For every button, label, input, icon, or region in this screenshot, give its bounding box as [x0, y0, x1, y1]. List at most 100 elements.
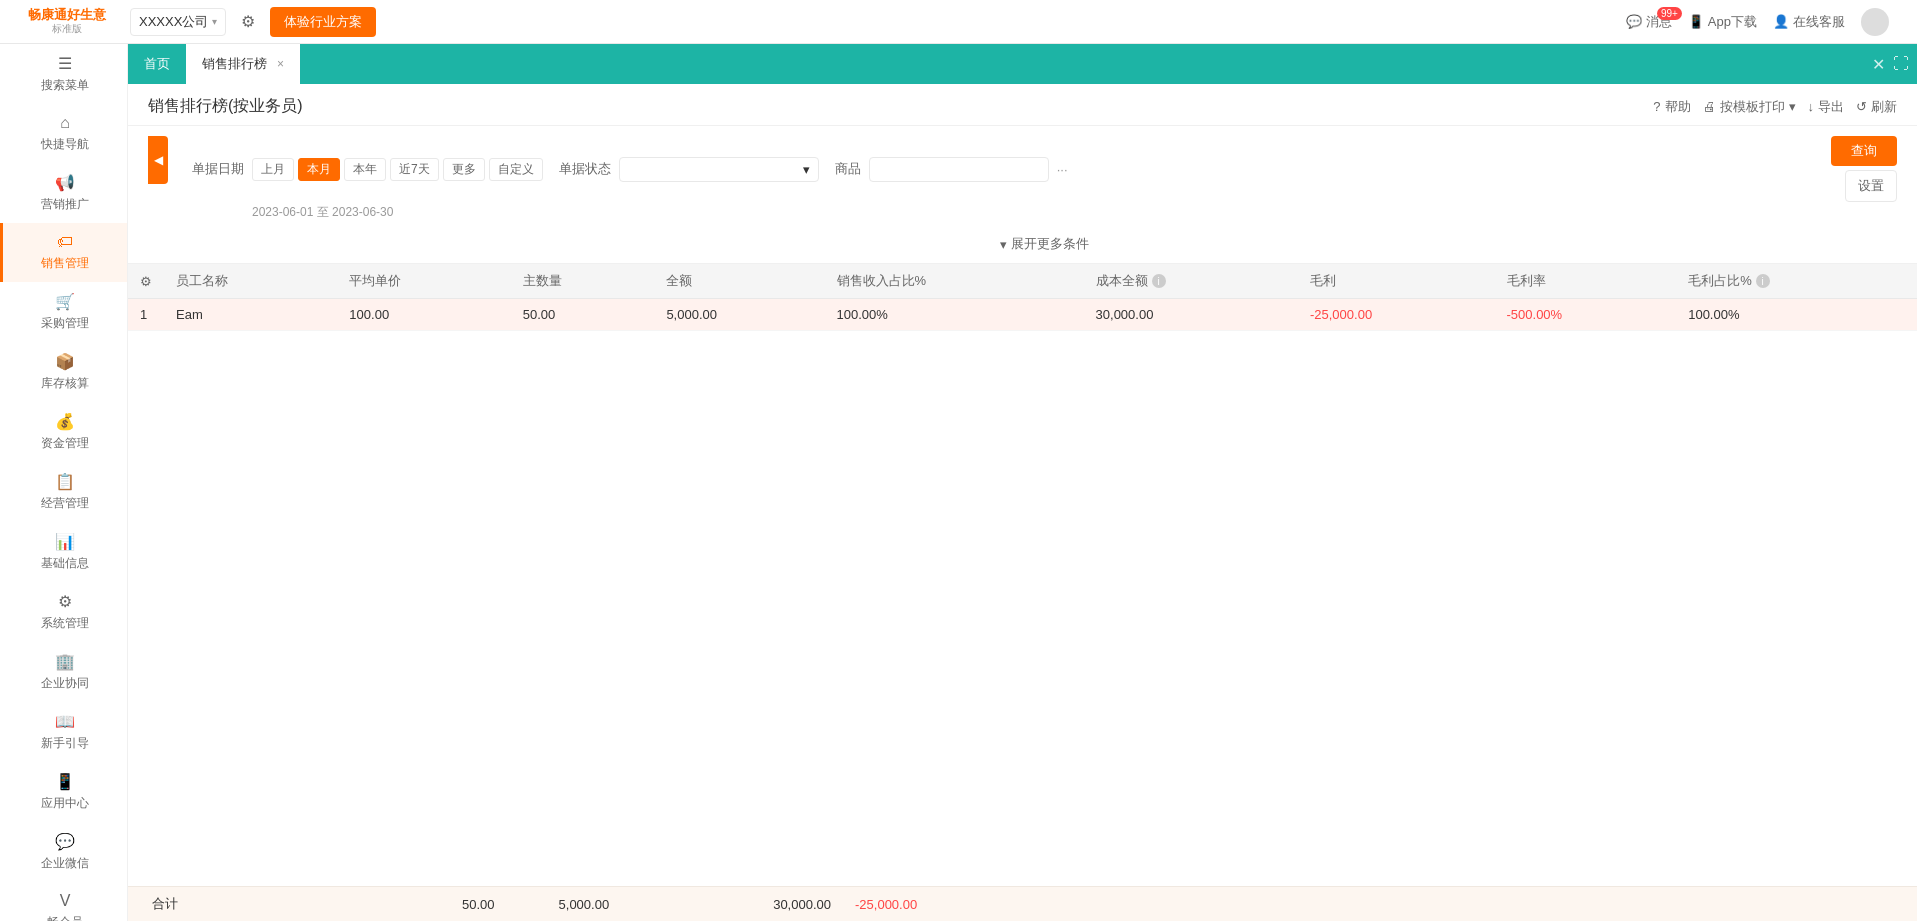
status-select[interactable]: ▾ — [619, 157, 819, 182]
tab-bar-right: ✕ ⛶ — [1872, 55, 1917, 74]
table-header: ⚙ 员工名称 平均单价 主数量 全额 销售收入占比% 成本全额 i — [128, 264, 1917, 299]
sidebar-item-marketing[interactable]: 📢 营销推广 — [0, 163, 127, 223]
sidebar-item-member[interactable]: V 畅会员 — [0, 882, 127, 921]
expand-button[interactable]: ▾ 展开更多条件 — [1000, 235, 1089, 253]
logo-title: 畅康通好生意 — [28, 7, 106, 23]
table-row[interactable]: 1Eam100.0050.005,000.00100.00%30,000.00-… — [128, 299, 1917, 331]
sidebar-item-enterprise[interactable]: 🏢 企业协同 — [0, 642, 127, 702]
settings-icon[interactable]: ⚙ — [234, 8, 262, 36]
help-button[interactable]: ? 帮助 — [1653, 98, 1690, 116]
footer-gross: -25,000.00 — [843, 897, 929, 912]
enterprise-icon: 🏢 — [55, 652, 75, 671]
sidebar-item-finance[interactable]: 💰 资金管理 — [0, 402, 127, 462]
sidebar-item-sales[interactable]: 🏷 销售管理 — [0, 223, 127, 282]
date-btn-last-month[interactable]: 上月 — [252, 158, 294, 181]
sidebar-item-quick-nav[interactable]: ⌂ 快捷导航 — [0, 104, 127, 163]
date-btn-custom[interactable]: 自定义 — [489, 158, 543, 181]
sidebar-item-guide[interactable]: 📖 新手引导 — [0, 702, 127, 762]
more-options-icon[interactable]: ··· — [1057, 162, 1068, 177]
cost-cell: 30,000.00 — [1084, 299, 1298, 331]
guide-icon: 📖 — [55, 712, 75, 731]
date-range-text: 2023-06-01 至 2023-06-30 — [252, 205, 393, 219]
th-settings[interactable]: ⚙ — [128, 264, 164, 299]
app-download-label: App下载 — [1708, 13, 1757, 31]
avatar[interactable] — [1861, 8, 1889, 36]
sidebar: ☰ 搜索菜单 ⌂ 快捷导航 📢 营销推广 🏷 销售管理 🛒 采购管理 📦 库 — [0, 44, 128, 921]
table-body: 1Eam100.0050.005,000.00100.00%30,000.00-… — [128, 299, 1917, 331]
main-area: ☰ 搜索菜单 ⌂ 快捷导航 📢 营销推广 🏷 销售管理 🛒 采购管理 📦 库 — [0, 44, 1917, 921]
th-gross-pct: 毛利占比% i — [1676, 264, 1917, 299]
purchase-icon: 🛒 — [55, 292, 75, 311]
sidebar-item-search[interactable]: ☰ 搜索菜单 — [0, 44, 127, 104]
inventory-icon: 📦 — [55, 352, 75, 371]
date-filter-label: 单据日期 — [192, 160, 244, 178]
sidebar-item-wechat[interactable]: 💬 企业微信 — [0, 822, 127, 882]
footer-cost: 30,000.00 — [761, 897, 843, 912]
tab-sales-rank[interactable]: 销售排行榜 × — [186, 44, 300, 84]
footer-amount: 5,000.00 — [547, 897, 622, 912]
company-selector[interactable]: XXXXX公司 ▾ — [130, 8, 226, 36]
cost-info-icon[interactable]: i — [1152, 274, 1166, 288]
table-container: ⚙ 员工名称 平均单价 主数量 全额 销售收入占比% 成本全额 i — [128, 264, 1917, 886]
th-quantity: 主数量 — [511, 264, 655, 299]
tab-bar: 首页 销售排行榜 × ✕ ⛶ — [128, 44, 1917, 84]
amount-cell: 5,000.00 — [654, 299, 824, 331]
th-gross: 毛利 — [1298, 264, 1495, 299]
th-amount: 全额 — [654, 264, 824, 299]
name-cell: Eam — [164, 299, 337, 331]
page-title: 销售排行榜(按业务员) — [148, 96, 303, 117]
content-area: 首页 销售排行榜 × ✕ ⛶ 销售排行榜(按业务员) — [128, 44, 1917, 921]
print-chevron-icon: ▾ — [1789, 99, 1796, 114]
export-icon: ↓ — [1808, 99, 1815, 114]
online-support-label: 在线客服 — [1793, 13, 1845, 31]
logo-sub: 标准版 — [52, 22, 82, 36]
app-download-button[interactable]: 📱 App下载 — [1688, 13, 1757, 31]
collapse-button[interactable]: ◀ — [148, 136, 168, 184]
template-print-button[interactable]: 🖨 按模板打印 ▾ — [1703, 98, 1796, 116]
search-icon: ☰ — [58, 54, 72, 73]
chevron-down-icon: ▾ — [212, 16, 217, 27]
maximize-icon[interactable]: ⛶ — [1893, 55, 1909, 73]
close-window-icon[interactable]: ✕ — [1872, 55, 1885, 74]
refresh-button[interactable]: ↺ 刷新 — [1856, 98, 1897, 116]
data-table: ⚙ 员工名称 平均单价 主数量 全额 销售收入占比% 成本全额 i — [128, 264, 1917, 331]
date-btn-this-year[interactable]: 本年 — [344, 158, 386, 181]
query-button[interactable]: 查询 — [1831, 136, 1897, 166]
top-right-area: 💬 消息 99+ 📱 App下载 👤 在线客服 — [1626, 8, 1905, 36]
support-icon: 👤 — [1773, 14, 1789, 29]
tab-home[interactable]: 首页 — [128, 44, 186, 84]
tab-close-icon[interactable]: × — [277, 57, 284, 71]
sidebar-item-basic[interactable]: 📊 基础信息 — [0, 522, 127, 582]
settings-button[interactable]: 设置 — [1845, 170, 1897, 202]
filter-row: 单据日期 上月 本月 本年 近7天 更多 自定义 — [192, 136, 1897, 202]
gross-pct-info-icon[interactable]: i — [1756, 274, 1770, 288]
basic-icon: 📊 — [55, 532, 75, 551]
goods-input[interactable] — [869, 157, 1049, 182]
system-icon: ⚙ — [58, 592, 72, 611]
operations-icon: 📋 — [55, 472, 75, 491]
trial-button[interactable]: 体验行业方案 — [270, 7, 376, 37]
online-support-button[interactable]: 👤 在线客服 — [1773, 13, 1845, 31]
sidebar-item-inventory[interactable]: 📦 库存核算 — [0, 342, 127, 402]
page-content: 销售排行榜(按业务员) ? 帮助 🖨 按模板打印 ▾ ↓ — [128, 84, 1917, 921]
status-filter-label: 单据状态 — [559, 160, 611, 178]
print-icon: 🖨 — [1703, 99, 1716, 114]
sidebar-item-system[interactable]: ⚙ 系统管理 — [0, 582, 127, 642]
date-btn-more[interactable]: 更多 — [443, 158, 485, 181]
th-cost: 成本全额 i — [1084, 264, 1298, 299]
date-btn-this-month[interactable]: 本月 — [298, 158, 340, 181]
sidebar-item-apps[interactable]: 📱 应用中心 — [0, 762, 127, 822]
logo[interactable]: 畅康通好生意 标准版 — [12, 7, 122, 37]
date-btn-7days[interactable]: 近7天 — [390, 158, 439, 181]
sidebar-item-purchase[interactable]: 🛒 采购管理 — [0, 282, 127, 342]
expand-label: 展开更多条件 — [1011, 235, 1089, 253]
sales-pct-cell: 100.00% — [825, 299, 1084, 331]
footer-label: 合计 — [140, 895, 190, 913]
sales-icon: 🏷 — [57, 233, 73, 251]
header-actions: ? 帮助 🖨 按模板打印 ▾ ↓ 导出 ↺ — [1653, 98, 1897, 116]
export-button[interactable]: ↓ 导出 — [1808, 98, 1845, 116]
top-bar: 畅康通好生意 标准版 XXXXX公司 ▾ ⚙ 体验行业方案 💬 消息 99+ 📱… — [0, 0, 1917, 44]
message-button[interactable]: 💬 消息 99+ — [1626, 13, 1672, 31]
page-header: 销售排行榜(按业务员) ? 帮助 🖨 按模板打印 ▾ ↓ — [128, 84, 1917, 126]
sidebar-item-operations[interactable]: 📋 经营管理 — [0, 462, 127, 522]
